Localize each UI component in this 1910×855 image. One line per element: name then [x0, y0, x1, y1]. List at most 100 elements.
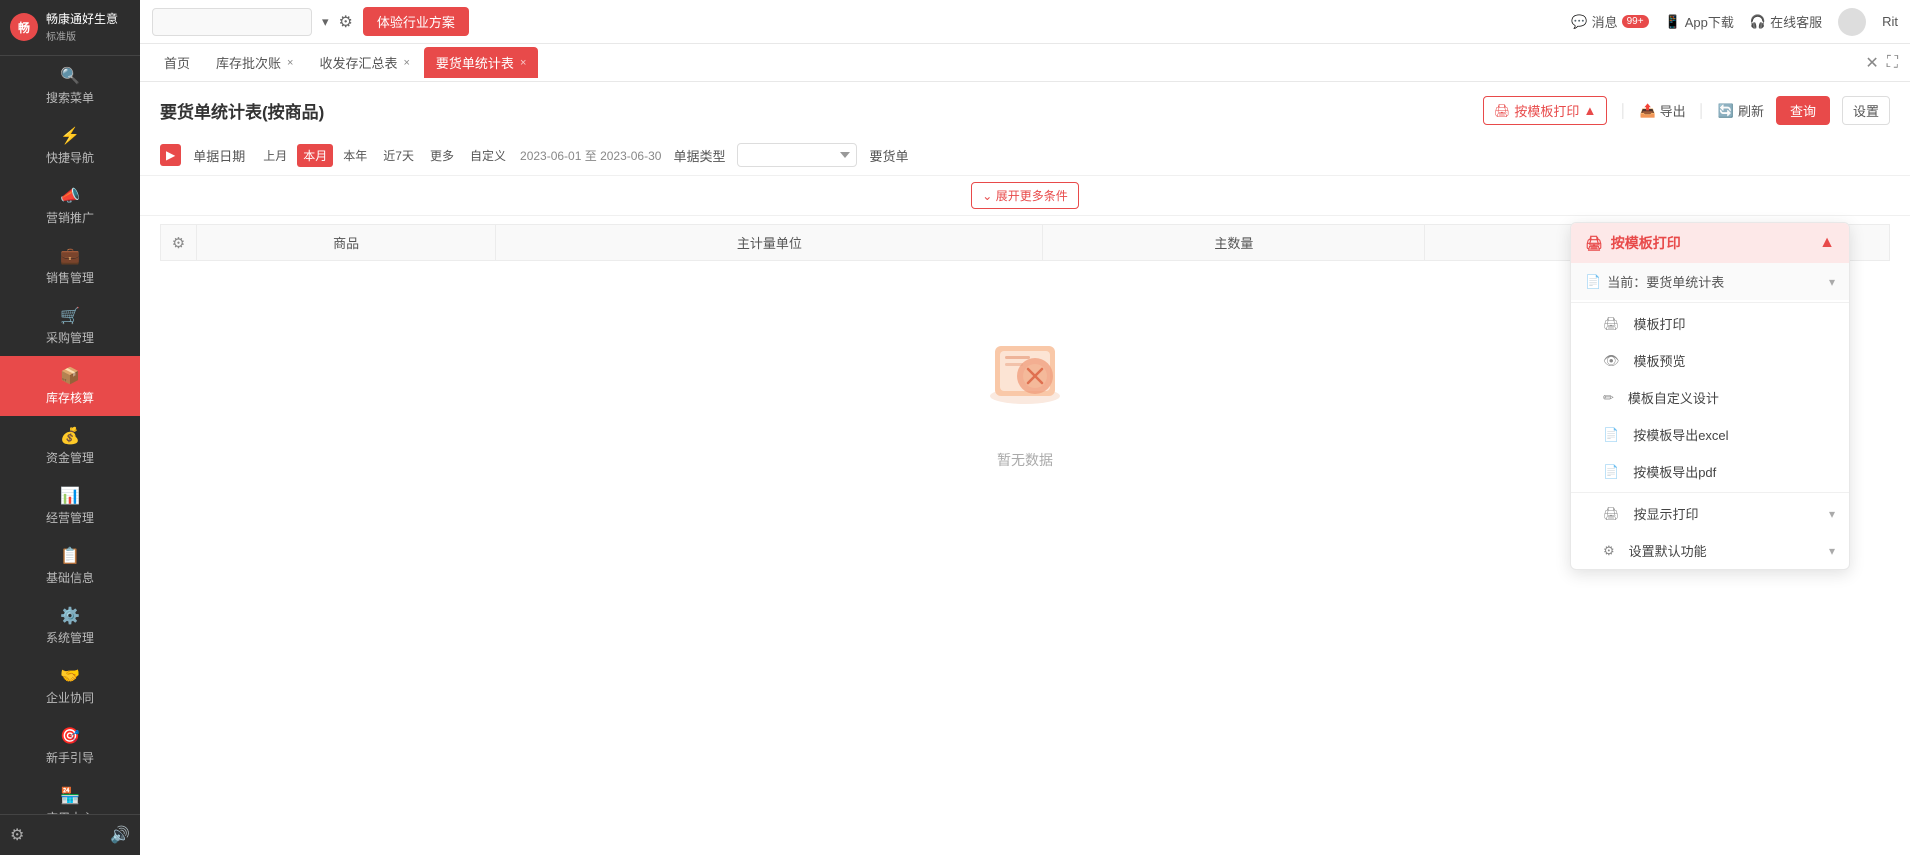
settings-bottom-icon[interactable]: ⚙ — [10, 825, 24, 845]
date-last-month[interactable]: 上月 — [257, 144, 293, 167]
messages-btn[interactable]: 💬 消息 99+ — [1571, 12, 1648, 31]
query-btn[interactable]: 查询 — [1776, 96, 1830, 125]
sidebar-item-label: 企业协同 — [46, 689, 94, 706]
trial-btn[interactable]: 体验行业方案 — [363, 7, 469, 36]
date-7days[interactable]: 近7天 — [377, 144, 420, 167]
sidebar-item-guide[interactable]: 🎯 新手引导 — [0, 716, 140, 776]
tab-close-receipts-summary[interactable]: × — [403, 57, 409, 69]
template-custom-label: 模板自定义设计 — [1628, 388, 1719, 407]
refresh-label: 刷新 — [1738, 101, 1764, 120]
template-preview-item[interactable]: 👁 模板预览 — [1571, 342, 1849, 379]
expand-more-btn[interactable]: ⌄ 展开更多条件 — [971, 182, 1078, 209]
tab-close-order-stats[interactable]: × — [520, 57, 526, 69]
topbar-dropdown-btn[interactable]: ▾ — [322, 14, 329, 30]
tab-order-stats[interactable]: 要货单统计表 × — [424, 47, 538, 78]
topbar-search-input[interactable] — [152, 8, 312, 36]
avatar[interactable] — [1838, 8, 1866, 36]
sidebar-item-marketing[interactable]: 📣 营销推广 — [0, 176, 140, 236]
user-name: Rit — [1882, 14, 1898, 29]
export-icon: 📤 — [1639, 103, 1655, 119]
set-default-label: 设置默认功能 — [1629, 541, 1707, 560]
speaker-icon[interactable]: 🔊 — [110, 825, 130, 845]
sidebar-item-label: 营销推广 — [46, 209, 94, 226]
tab-inventory-batch[interactable]: 库存批次账 × — [204, 47, 305, 78]
template-export-pdf-item[interactable]: 📄 按模板导出pdf — [1571, 453, 1849, 490]
divider2 — [1571, 492, 1849, 493]
sidebar-item-cooperation[interactable]: 🤝 企业协同 — [0, 656, 140, 716]
sidebar-item-shortcut[interactable]: ⚡ 快捷导航 — [0, 116, 140, 176]
sidebar-item-appstore[interactable]: 🏪 应用中心 — [0, 776, 140, 814]
date-more[interactable]: 更多 — [424, 144, 460, 167]
tab-receipts-summary[interactable]: 收发存汇总表 × — [307, 47, 421, 78]
sidebar-item-label: 搜索菜单 — [46, 89, 94, 106]
shortcut-icon: ⚡ — [60, 126, 80, 146]
template-custom-item[interactable]: ✏ 模板自定义设计 — [1571, 379, 1849, 416]
export-excel-icon: 📄 — [1603, 427, 1619, 443]
print-template-btn[interactable]: 🖨 按模板打印 ▲ — [1483, 96, 1607, 125]
print-dropdown-title: 按模板打印 — [1611, 233, 1681, 253]
divider1: │ — [1619, 103, 1627, 118]
logo-title: 畅康通好生意 — [46, 12, 118, 28]
online-service-btn[interactable]: 🎧 在线客服 — [1750, 12, 1822, 31]
sidebar-item-purchase[interactable]: 🛒 采购管理 — [0, 296, 140, 356]
refresh-btn[interactable]: 🔄 刷新 — [1718, 101, 1764, 120]
sidebar-item-operation[interactable]: 📊 经营管理 — [0, 476, 140, 536]
template-print-item[interactable]: 🖨 模板打印 — [1571, 305, 1849, 342]
refresh-icon: 🔄 — [1718, 103, 1734, 119]
date-range-display: 2023-06-01 至 2023-06-30 — [520, 147, 661, 164]
settings-btn[interactable]: 设置 — [1842, 96, 1890, 125]
tab-home[interactable]: 首页 — [152, 47, 202, 78]
messages-badge: 99+ — [1622, 15, 1649, 28]
date-custom[interactable]: 自定义 — [464, 144, 512, 167]
template-export-excel-item[interactable]: 📄 按模板导出excel — [1571, 416, 1849, 453]
column-settings-icon[interactable]: ⚙ — [172, 235, 185, 252]
chevron-up-icon: ▲ — [1583, 103, 1596, 118]
date-filter-label: 单据日期 — [193, 146, 245, 165]
th-unit: 主计量单位 — [496, 225, 1043, 261]
print-dropdown-close-btn[interactable]: ▲ — [1819, 234, 1835, 252]
display-print-item[interactable]: 🖨 按显示打印 ▾ — [1571, 495, 1849, 532]
expand-more-icon: ⌄ — [982, 189, 992, 203]
print-dropdown: 🖨 按模板打印 ▲ 📄 当前：要货单统计表 ▾ 🖨 模板打印 — [1570, 222, 1850, 570]
filter-toggle-btn[interactable]: ▶ — [160, 144, 181, 166]
sidebar-item-label: 经营管理 — [46, 509, 94, 526]
export-pdf-icon: 📄 — [1603, 464, 1619, 480]
export-excel-label: 按模板导出excel — [1633, 425, 1728, 444]
tabs-right: ✕ ⛶ — [1865, 53, 1898, 73]
sidebar: 畅 畅康通好生意 标准版 🔍 搜索菜单 ⚡ 快捷导航 📣 营销推广 💼 销售管理… — [0, 0, 140, 855]
table-setting-th: ⚙ — [161, 225, 197, 261]
sidebar-item-finance[interactable]: 💰 资金管理 — [0, 416, 140, 476]
sidebar-item-inventory[interactable]: 📦 库存核算 — [0, 356, 140, 416]
sidebar-item-basic[interactable]: 📋 基础信息 — [0, 536, 140, 596]
template-print-label: 模板打印 — [1634, 314, 1686, 333]
app-download-btn[interactable]: 📱 App下载 — [1665, 12, 1734, 31]
tab-close-inventory-batch[interactable]: × — [287, 57, 293, 69]
printer-dropdown-icon: 🖨 — [1585, 235, 1603, 252]
type-select[interactable] — [737, 143, 857, 167]
tabs-close-all-btn[interactable]: ✕ — [1865, 53, 1878, 73]
date-this-month[interactable]: 本月 — [297, 144, 333, 167]
sidebar-item-label: 采购管理 — [46, 329, 94, 346]
marketing-icon: 📣 — [60, 186, 80, 206]
topbar-gear-icon[interactable]: ⚙ — [339, 12, 353, 32]
messages-label: 消息 — [1592, 12, 1618, 31]
sidebar-logo: 畅 畅康通好生意 标准版 — [0, 0, 140, 56]
template-custom-icon: ✏ — [1603, 390, 1614, 406]
sidebar-item-label: 资金管理 — [46, 449, 94, 466]
set-default-item[interactable]: ⚙ 设置默认功能 ▾ — [1571, 532, 1849, 569]
sidebar-item-sales[interactable]: 💼 销售管理 — [0, 236, 140, 296]
online-service-label: 在线客服 — [1770, 12, 1822, 31]
page-header: 要货单统计表(按商品) 🖨 按模板打印 ▲ │ 📤 导出 │ 🔄 刷新 查询 — [140, 82, 1910, 135]
inventory-icon: 📦 — [60, 366, 80, 386]
sidebar-item-search[interactable]: 🔍 搜索菜单 — [0, 56, 140, 116]
export-btn[interactable]: 📤 导出 — [1639, 101, 1685, 120]
print-dropdown-current[interactable]: 📄 当前：要货单统计表 ▾ — [1571, 263, 1849, 300]
th-quantity: 主数量 — [1043, 225, 1425, 261]
current-icon: 📄 — [1585, 274, 1601, 290]
date-this-year[interactable]: 本年 — [337, 144, 373, 167]
sidebar-item-system[interactable]: ⚙️ 系统管理 — [0, 596, 140, 656]
print-dropdown-title-group: 🖨 按模板打印 — [1585, 233, 1681, 253]
tabs-expand-btn[interactable]: ⛶ — [1887, 53, 1898, 73]
topbar: ▾ ⚙ 体验行业方案 💬 消息 99+ 📱 App下载 🎧 在线客服 Rit — [140, 0, 1910, 44]
expand-more-label: 展开更多条件 — [996, 189, 1068, 203]
